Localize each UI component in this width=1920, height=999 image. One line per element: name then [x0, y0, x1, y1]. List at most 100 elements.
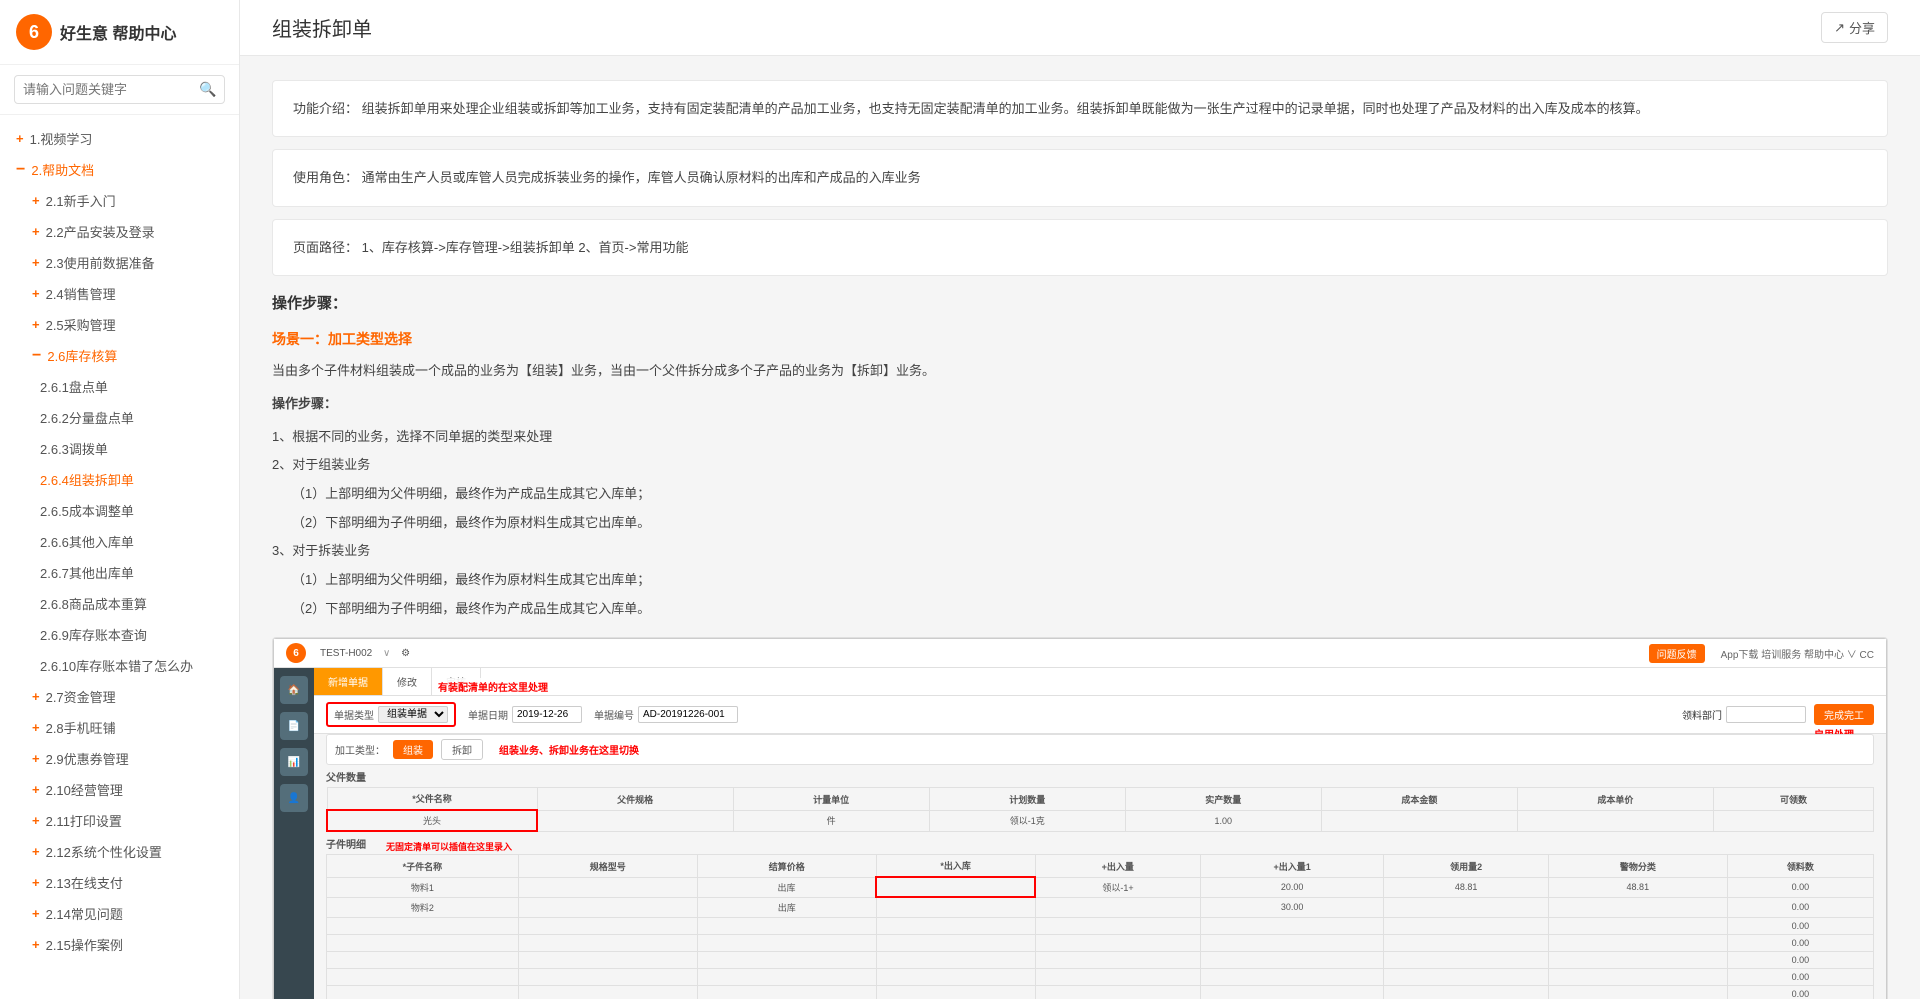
sidebar-item-assemble[interactable]: 2.6.4组装拆卸单	[0, 464, 239, 495]
form-type-label: 单据类型	[334, 707, 374, 722]
col-inout-qty1: +出入量	[1035, 855, 1200, 878]
search-input[interactable]	[23, 82, 199, 97]
sidebar-item-docs[interactable]: − 2.帮助文档	[0, 154, 239, 185]
parent-count-label: 父件数量	[326, 769, 1874, 784]
sidebar-item-online-pay[interactable]: + 2.13在线支付	[0, 867, 239, 898]
col-plan-qty: 计划数量	[929, 788, 1125, 811]
main-content-area: 组装拆卸单 ↗ 分享 功能介绍： 组装拆卸单用来处理企业组装或拆卸等加工业务，支…	[240, 0, 1920, 999]
sidebar: 6 好生意 帮助中心 🔍 + 1.视频学习 − 2.帮助文档 + 2.1新手入门…	[0, 0, 240, 999]
col-child-spec: 规格型号	[518, 855, 697, 878]
sidebar-item-mobile[interactable]: + 2.8手机旺铺	[0, 712, 239, 743]
annotation-switch: 组装业务、拆卸业务在这里切换	[499, 742, 639, 757]
app-sidebar-icon-chart[interactable]: 📊	[280, 748, 308, 776]
expand-icon: +	[32, 937, 40, 952]
col-cost-amt: 成本金额	[1321, 788, 1517, 811]
cell-cost-amt	[1321, 810, 1517, 831]
step1: 1、根据不同的业务，选择不同单据的类型来处理	[272, 425, 1888, 450]
sidebar-item-stock-error[interactable]: 2.6.10库存账本错了怎么办	[0, 650, 239, 681]
sidebar-item-goods-cost[interactable]: 2.6.8商品成本重算	[0, 588, 239, 619]
sidebar-item-other-in[interactable]: 2.6.6其他入库单	[0, 526, 239, 557]
function-intro-label: 功能介绍：	[293, 101, 358, 116]
search-box[interactable]: 🔍	[14, 75, 225, 104]
page-title: 组装拆卸单	[272, 13, 372, 42]
assemble-btn[interactable]: 组装	[393, 740, 433, 759]
form-date-label: 单据日期	[468, 707, 508, 722]
cell-category	[1548, 897, 1727, 917]
sidebar-item-ops[interactable]: + 2.10经营管理	[0, 774, 239, 805]
col-unit: 计量单位	[733, 788, 929, 811]
cell-child-name: 物料2	[327, 897, 519, 917]
search-icon[interactable]: 🔍	[199, 81, 216, 98]
sidebar-item-custom[interactable]: + 2.12系统个性化设置	[0, 836, 239, 867]
logo-area: 6 好生意 帮助中心	[0, 0, 239, 65]
sidebar-item-newbie[interactable]: + 2.1新手入门	[0, 185, 239, 216]
sidebar-item-video[interactable]: + 1.视频学习	[0, 123, 239, 154]
app-sidebar-icon-home[interactable]: 🏠	[280, 676, 308, 704]
topbar: 组装拆卸单 ↗ 分享	[240, 0, 1920, 56]
child-table-body: 物料1 出库 领以-1+ 20.00 48.81 48.81 0.00	[327, 877, 1874, 999]
step2-2: （2）下部明细为子件明细，最终作为原材料生成其它出库单。	[272, 511, 1888, 536]
parent-table-head: *父件名称 父件规格 计量单位 计划数量 实产数量 成本金额 成本单价 可领数	[327, 788, 1874, 811]
app-logo: 6	[286, 643, 306, 663]
col-settle-price: 结算价格	[697, 855, 876, 878]
sidebar-item-adjust[interactable]: 2.6.3调拨单	[0, 433, 239, 464]
expand-icon: +	[32, 255, 40, 270]
disassemble-btn[interactable]: 拆卸	[441, 739, 483, 760]
cell-lead-qty: 0.00	[1727, 877, 1873, 897]
function-intro-block: 功能介绍： 组装拆卸单用来处理企业组装或拆卸等加工业务，支持有固定装配清单的产品…	[272, 80, 1888, 137]
path-text: 1、库存核算->库存管理->组装拆卸单 2、首页->常用功能	[362, 240, 689, 255]
sidebar-item-cost-adjust[interactable]: 2.6.5成本调整单	[0, 495, 239, 526]
sidebar-item-other-out[interactable]: 2.6.7其他出库单	[0, 557, 239, 588]
app-name: 好生意 帮助中心	[60, 20, 176, 44]
expand-icon: +	[32, 286, 40, 301]
sidebar-item-purchase[interactable]: + 2.5采购管理	[0, 309, 239, 340]
cell-child-name: 物料1	[327, 877, 519, 897]
sidebar-item-stock-query[interactable]: 2.6.9库存账本查询	[0, 619, 239, 650]
col-child-name: *子件名称	[327, 855, 519, 878]
sidebar-item-faq[interactable]: + 2.14常见问题	[0, 898, 239, 929]
steps-title: 操作步骤：	[272, 392, 1888, 417]
col-cost-price: 成本单价	[1517, 788, 1713, 811]
cell-settle-price: 出库	[697, 897, 876, 917]
sidebar-item-sales[interactable]: + 2.4销售管理	[0, 278, 239, 309]
expand-icon: +	[32, 224, 40, 239]
function-intro-text: 组装拆卸单用来处理企业组装或拆卸等加工业务，支持有固定装配清单的产品加工业务，也…	[362, 101, 1649, 116]
app-sidebar-icon-docs[interactable]: 📄	[280, 712, 308, 740]
screenshot-container: 6 TEST-H002 ∨ ⚙ 问题反馈 App下载 培训服务 帮助中心 ∨ C…	[272, 637, 1888, 999]
app-tab-edit[interactable]: 修改	[383, 668, 432, 695]
parent-table-body: 光头 件 领以-1克 1.00	[327, 810, 1874, 831]
form-dept-input[interactable]	[1726, 706, 1806, 723]
sidebar-item-install[interactable]: + 2.2产品安装及登录	[0, 216, 239, 247]
sidebar-item-print[interactable]: + 2.11打印设置	[0, 805, 239, 836]
expand-icon: +	[32, 782, 40, 797]
sidebar-item-coupon[interactable]: + 2.9优惠券管理	[0, 743, 239, 774]
form-type-input[interactable]: 组装单据 拆卸单据	[378, 706, 448, 723]
app-tab-new[interactable]: 新增单据	[314, 668, 383, 695]
child-table: *子件名称 规格型号 结算价格 *出入库 +出入量 +出入量1 领用量2 警物分…	[326, 854, 1874, 999]
step2: 2、对于组装业务	[272, 453, 1888, 478]
child-table-header-row: *子件名称 规格型号 结算价格 *出入库 +出入量 +出入量1 领用量2 警物分…	[327, 855, 1874, 878]
form-number-input[interactable]	[638, 706, 738, 723]
form-type-selector[interactable]: 单据类型 组装单据 拆卸单据	[326, 702, 456, 727]
child-table-head: *子件名称 规格型号 结算价格 *出入库 +出入量 +出入量1 领用量2 警物分…	[327, 855, 1874, 878]
complete-btn[interactable]: 完成完工	[1814, 704, 1874, 725]
col-category: 警物分类	[1548, 855, 1727, 878]
app-feedback-btn[interactable]: 问题反馈	[1649, 644, 1705, 663]
cell-inout1: 领以-1+	[1035, 877, 1200, 897]
annotation-no-bom: 无固定清单可以插值在这里录入	[386, 840, 512, 853]
cell-cost-price	[1517, 810, 1713, 831]
sidebar-item-data-prep[interactable]: + 2.3使用前数据准备	[0, 247, 239, 278]
share-button[interactable]: ↗ 分享	[1821, 12, 1888, 43]
sidebar-item-cases[interactable]: + 2.15操作案例	[0, 929, 239, 960]
step2-1: （1）上部明细为父件明细，最终作为产成品生成其它入库单；	[272, 482, 1888, 507]
sidebar-item-stocktake[interactable]: 2.6.1盘点单	[0, 371, 239, 402]
cell-child-spec	[518, 877, 697, 897]
sidebar-item-inventory[interactable]: − 2.6库存核算	[0, 340, 239, 371]
sidebar-item-split-take[interactable]: 2.6.2分量盘点单	[0, 402, 239, 433]
form-date-input[interactable]	[512, 706, 582, 723]
sidebar-item-finance[interactable]: + 2.7资金管理	[0, 681, 239, 712]
col-actual-qty: 实产数量	[1125, 788, 1321, 811]
app-sidebar-icon-user[interactable]: 👤	[280, 784, 308, 812]
parent-table-header-row: *父件名称 父件规格 计量单位 计划数量 实产数量 成本金额 成本单价 可领数	[327, 788, 1874, 811]
table-row: 0.00	[327, 951, 1874, 968]
